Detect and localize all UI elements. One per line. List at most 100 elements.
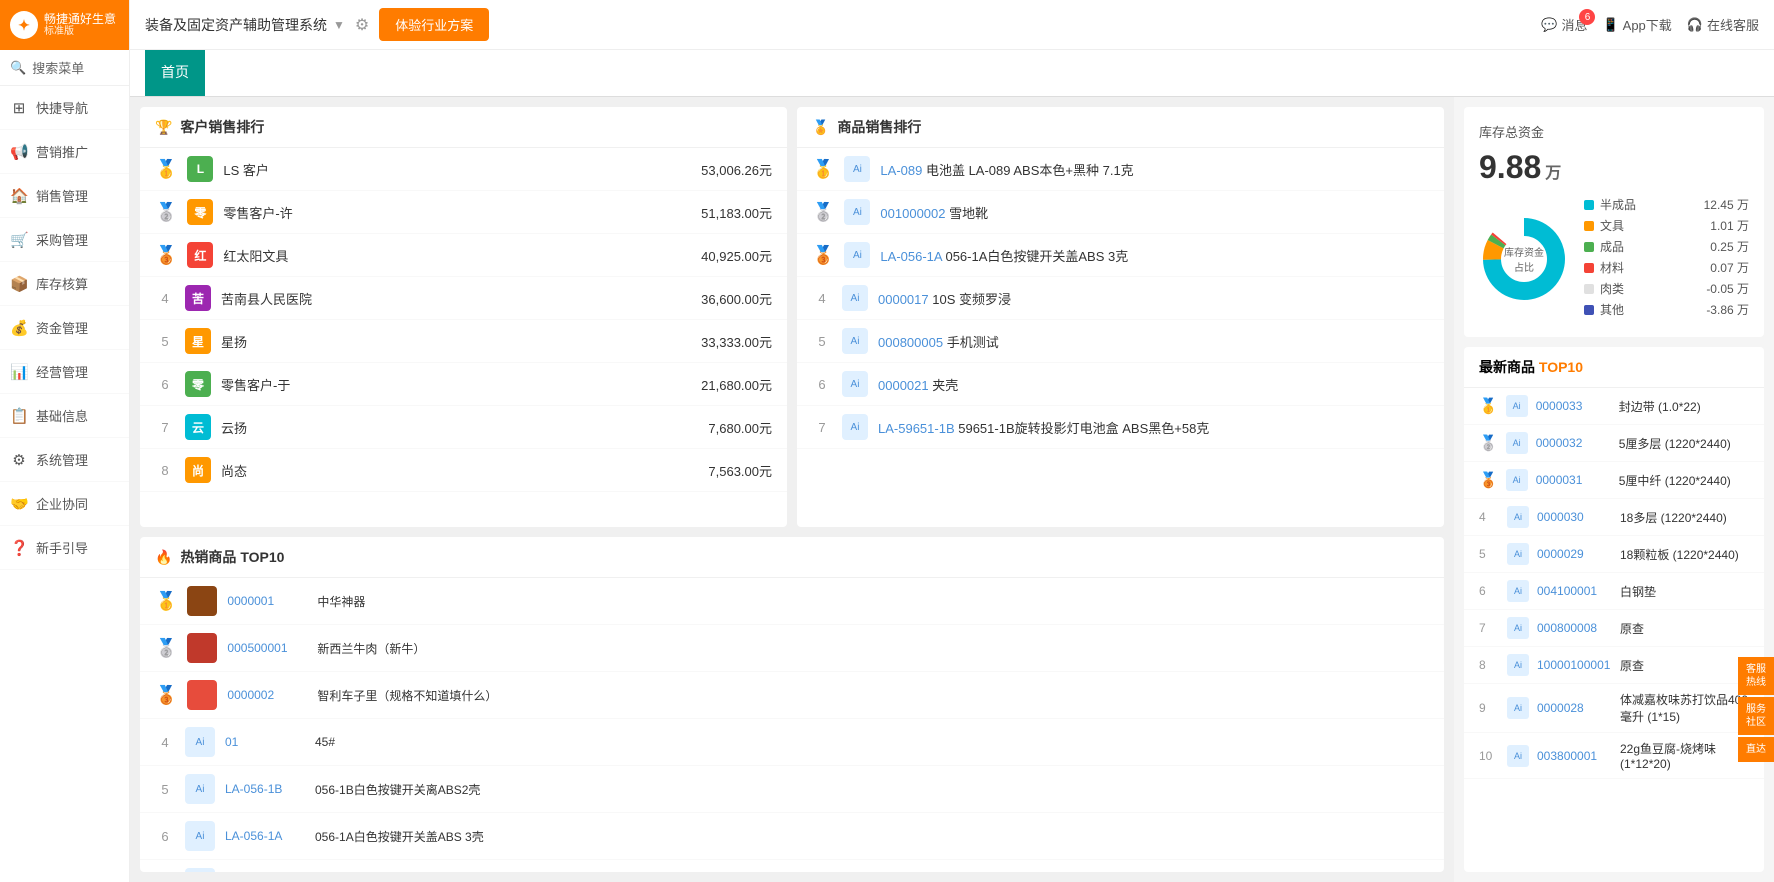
legend-item: 文具 1.01 万 (1584, 217, 1749, 234)
online-service-button[interactable]: 🎧 在线客服 (1687, 15, 1759, 34)
sidebar-item-quick-nav[interactable]: ⊞ 快捷导航 (0, 86, 129, 130)
home-icon: ⊞ (10, 99, 28, 117)
customer-value: 7,680.00元 (708, 418, 772, 437)
product-placeholder-icon: Ai (185, 727, 215, 757)
customer-ranking-row: 🥈 零 零售客户-许 51,183.00元 (140, 191, 787, 234)
legend-color-dot (1584, 284, 1594, 294)
customer-value: 7,563.00元 (708, 461, 772, 480)
rank-number: 5 (155, 334, 175, 349)
legend-name: 材料 (1600, 259, 1624, 276)
customer-ranking-row: 7 云 云扬 7,680.00元 (140, 406, 787, 449)
sidebar-item-inventory[interactable]: 📦 库存核算 (0, 262, 129, 306)
latest-product-code: 0000029 (1537, 547, 1612, 561)
customer-service-button[interactable]: 客服热线 (1738, 657, 1774, 695)
sidebar-label-guide: 新手引导 (36, 538, 88, 557)
trophy-icon: 🏆 (155, 119, 172, 136)
product-thumbnail (187, 586, 217, 616)
customer-ranking-header: 🏆 客户销售排行 (140, 107, 787, 148)
latest-product-icon: Ai (1507, 697, 1529, 719)
latest-top-count: TOP10 (1539, 359, 1583, 375)
latest-product-row: 7 Ai 000800008 原查 (1464, 610, 1764, 647)
rank-number: 4 (812, 291, 832, 306)
rank-medal: 🥉 (812, 245, 834, 266)
service-community-button[interactable]: 服务社区 (1738, 697, 1774, 735)
latest-product-row: 5 Ai 0000029 18颗粒板 (1220*2440) (1464, 536, 1764, 573)
sidebar-item-system[interactable]: ⚙ 系统管理 (0, 438, 129, 482)
sidebar-label-quick-nav: 快捷导航 (36, 98, 88, 117)
hot-product-code: 01 (225, 735, 305, 749)
sidebar-item-marketing[interactable]: 📢 营销推广 (0, 130, 129, 174)
legend-color-dot (1584, 200, 1594, 210)
legend-color-dot (1584, 221, 1594, 231)
customer-value: 40,925.00元 (701, 246, 772, 265)
direct-button[interactable]: 直达 (1738, 737, 1774, 762)
latest-product-row: 🥇 Ai 0000033 封边带 (1.0*22) (1464, 388, 1764, 425)
hot-product-row: 7 Ai NB2.0X30B 2.0X30MM双搓花轴,搓花直径2.1MM/RO… (140, 860, 1444, 872)
purchase-icon: 🛒 (10, 231, 28, 249)
tab-bar: 首页 (130, 50, 1774, 97)
sidebar-item-guide[interactable]: ❓ 新手引导 (0, 526, 129, 570)
rank-medal: 🥇 (1479, 397, 1498, 415)
dropdown-arrow-icon[interactable]: ▼ (333, 18, 345, 32)
hot-product-code: 0000001 (227, 594, 307, 608)
latest-product-row: 4 Ai 0000030 18多层 (1220*2440) (1464, 499, 1764, 536)
legend-item: 肉类 -0.05 万 (1584, 280, 1749, 297)
product-fullname: 0000021 夹壳 (878, 375, 1429, 394)
sidebar-item-purchase[interactable]: 🛒 采购管理 (0, 218, 129, 262)
hot-product-name: 056-1B白色按键开关离ABS2壳 (315, 781, 1429, 798)
search-icon: 🔍 (10, 60, 26, 76)
legend-item: 成品 0.25 万 (1584, 238, 1749, 255)
product-icon: Ai (842, 328, 868, 354)
sidebar-item-operations[interactable]: 📊 经营管理 (0, 350, 129, 394)
app-download-button[interactable]: 📱 App下载 (1602, 15, 1671, 34)
message-button[interactable]: 💬 消息 6 (1541, 15, 1587, 34)
sidebar-label-operations: 经营管理 (36, 362, 88, 381)
sidebar-label-system: 系统管理 (36, 450, 88, 469)
headset-icon: 🎧 (1687, 17, 1703, 33)
latest-product-code: 0000028 (1537, 701, 1612, 715)
inventory-legend: 半成品 12.45 万 文具 1.01 万 成品 0.25 万 材料 0.07 … (1584, 196, 1749, 322)
customer-avatar: 尚 (185, 457, 211, 483)
latest-product-row: 8 Ai 10000100001 原查 (1464, 647, 1764, 684)
customer-value: 33,333.00元 (701, 332, 772, 351)
product-ranking-row: 7 Ai LA-59651-1B 59651-1B旋转投影灯电池盒 ABS黑色+… (797, 406, 1444, 449)
product-icon: Ai (844, 199, 870, 225)
product-placeholder-icon: Ai (185, 821, 215, 851)
customer-value: 21,680.00元 (701, 375, 772, 394)
product-ranking-row: 🥇 Ai LA-089 电池盖 LA-089 ABS本色+黑种 7.1克 (797, 148, 1444, 191)
hot-products-panel: 🔥 热销商品 TOP10 🥇 0000001 中华神器 🥈 000500001 … (140, 537, 1444, 872)
customer-ranking-rows: 🥇 L LS 客户 53,006.26元 🥈 零 零售客户-许 51,183.0… (140, 148, 787, 492)
tab-home[interactable]: 首页 (145, 50, 205, 96)
customer-avatar: 苦 (185, 285, 211, 311)
latest-product-row: 🥈 Ai 0000032 5厘多层 (1220*2440) (1464, 425, 1764, 462)
legend-name: 文具 (1600, 217, 1624, 234)
customer-avatar: 星 (185, 328, 211, 354)
latest-product-icon: Ai (1507, 654, 1529, 676)
sidebar-item-basic-info[interactable]: 📋 基础信息 (0, 394, 129, 438)
rank-medal: 🥈 (1479, 434, 1498, 452)
search-menu[interactable]: 🔍 搜索菜单 (0, 50, 129, 86)
trial-button[interactable]: 体验行业方案 (379, 8, 489, 41)
inventory-unit: 万 (1545, 159, 1561, 183)
main-area: 装备及固定资产辅助管理系统 ▼ ⚙ 体验行业方案 💬 消息 6 📱 App下载 … (130, 0, 1774, 882)
hot-product-row: 6 Ai LA-056-1A 056-1A白色按键开关盖ABS 3壳 (140, 813, 1444, 860)
settings-icon[interactable]: ⚙ (355, 15, 369, 35)
latest-title: 最新商品 (1479, 359, 1535, 375)
legend-color-dot (1584, 305, 1594, 315)
sidebar-label-enterprise: 企业协同 (36, 494, 88, 513)
logo-title: 畅捷通好生意 (44, 12, 116, 26)
legend-name: 成品 (1600, 238, 1624, 255)
hot-products-title: 热销商品 TOP10 (180, 547, 284, 567)
hot-product-name: 45# (315, 735, 1429, 749)
sidebar-item-sales[interactable]: 🏠 销售管理 (0, 174, 129, 218)
megaphone-icon: 📢 (10, 143, 28, 161)
customer-ranking-row: 5 星 星扬 33,333.00元 (140, 320, 787, 363)
system-title-text: 装备及固定资产辅助管理系统 (145, 15, 327, 35)
hot-product-row: 4 Ai 01 45# (140, 719, 1444, 766)
latest-product-icon: Ai (1507, 745, 1529, 767)
rank-number: 5 (155, 782, 175, 797)
customer-ranking-panel: 🏆 客户销售排行 🥇 L LS 客户 53,006.26元 🥈 零 零售客户-许… (140, 107, 787, 527)
sidebar-item-finance[interactable]: 💰 资金管理 (0, 306, 129, 350)
sidebar-item-enterprise[interactable]: 🤝 企业协同 (0, 482, 129, 526)
latest-product-name: 封边带 (1.0*22) (1619, 398, 1749, 415)
